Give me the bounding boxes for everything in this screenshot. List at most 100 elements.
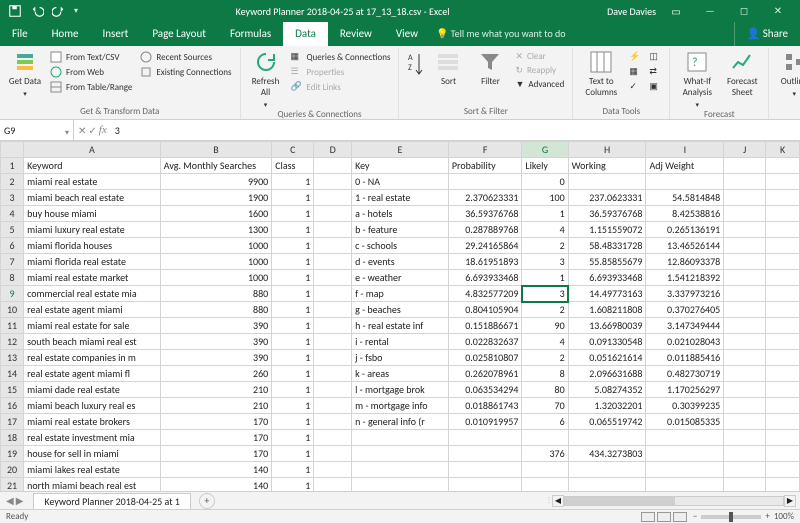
cell[interactable]: i - rental [352,334,449,350]
cell[interactable]: 0 - NA [352,174,449,190]
cell[interactable]: 4.832577209 [448,286,522,302]
cell[interactable] [724,446,766,462]
cell[interactable]: commercial real estate mia [24,286,161,302]
filter-button[interactable]: Filter [471,50,509,87]
cell[interactable]: 390 [160,334,271,350]
cell[interactable]: real estate companies in m [24,350,161,366]
cell[interactable]: 0.151886671 [448,318,522,334]
cell[interactable] [314,334,352,350]
cell[interactable] [766,318,800,334]
column-header[interactable]: I [646,142,724,158]
cell[interactable] [448,462,522,478]
cell[interactable]: 8 [522,366,568,382]
cell[interactable]: miami beach real estate [24,190,161,206]
sort-az-button[interactable]: AZ [405,50,425,78]
cell[interactable] [724,382,766,398]
row-header[interactable]: 21 [1,478,24,492]
cell[interactable] [314,158,352,174]
cell[interactable]: 0.804105904 [448,302,522,318]
cell[interactable] [522,478,568,492]
horizontal-scrollbar[interactable] [564,496,784,506]
tab-nav-prev-icon[interactable]: ◀ [6,494,14,507]
cell[interactable]: 13.66980039 [568,318,646,334]
cell[interactable]: a - hotels [352,206,449,222]
row-header[interactable]: 15 [1,382,24,398]
advanced-filter-button[interactable]: ▼ Advanced [513,78,566,91]
cell[interactable]: 0 [522,174,568,190]
cell[interactable]: miami florida real estate [24,254,161,270]
cell[interactable]: miami florida houses [24,238,161,254]
maximize-button[interactable]: ◻ [730,0,758,22]
row-header[interactable]: 19 [1,446,24,462]
cell[interactable]: 8.42538816 [646,206,724,222]
cell[interactable] [522,462,568,478]
close-button[interactable]: ✕ [764,0,792,22]
cell[interactable] [522,430,568,446]
name-box[interactable]: G9 [0,120,74,140]
cell[interactable]: miami beach luxury real es [24,398,161,414]
from-web-button[interactable]: From Web [48,65,134,79]
cell[interactable]: miami real estate [24,174,161,190]
cell[interactable]: 6.693933468 [448,270,522,286]
enter-formula-icon[interactable]: ✓ [88,124,96,137]
cell[interactable]: e - weather [352,270,449,286]
row-header[interactable]: 17 [1,414,24,430]
from-text-csv-button[interactable]: From Text/CSV [48,50,134,64]
cell[interactable]: miami real estate market [24,270,161,286]
row-header[interactable]: 16 [1,398,24,414]
cell[interactable]: 1000 [160,270,271,286]
clear-filter-button[interactable]: ✕ Clear [513,50,566,63]
cell[interactable]: 58.48331728 [568,238,646,254]
page-break-view-button[interactable] [673,512,687,522]
cell[interactable] [724,478,766,492]
cell[interactable]: miami dade real estate [24,382,161,398]
cell[interactable] [766,302,800,318]
cell[interactable]: 0.063534294 [448,382,522,398]
tab-file[interactable]: File [0,22,40,46]
cell[interactable]: 6.693933468 [568,270,646,286]
cell[interactable]: 1.170256297 [646,382,724,398]
cell[interactable]: 1 [272,222,314,238]
cell[interactable] [766,382,800,398]
cell[interactable] [314,350,352,366]
remove-duplicates-button[interactable]: ▦ [627,65,643,79]
tab-page-layout[interactable]: Page Layout [140,22,218,46]
cell[interactable] [352,462,449,478]
cell[interactable]: 100 [522,190,568,206]
cell[interactable]: 14.49773163 [568,286,646,302]
cell[interactable]: 390 [160,350,271,366]
cell[interactable] [766,430,800,446]
what-if-analysis-button[interactable]: ? What-If Analysis ▾ [676,50,718,109]
cell[interactable]: 3 [522,286,568,302]
cell[interactable]: real estate agent miami [24,302,161,318]
column-header[interactable]: B [160,142,271,158]
cell[interactable]: 55.85855679 [568,254,646,270]
relationships-button[interactable]: ⇄ [647,65,663,79]
forecast-sheet-button[interactable]: Forecast Sheet [722,50,762,98]
cell[interactable] [568,430,646,446]
cell[interactable] [766,398,800,414]
column-header[interactable]: K [766,142,800,158]
cell[interactable]: 1 [522,270,568,286]
row-header[interactable]: 7 [1,254,24,270]
cell[interactable] [568,174,646,190]
row-header[interactable]: 11 [1,318,24,334]
row-header[interactable]: 9 [1,286,24,302]
column-header[interactable]: F [448,142,522,158]
cell[interactable]: house for sell in miami [24,446,161,462]
cell[interactable] [314,366,352,382]
cell[interactable]: 4 [522,222,568,238]
row-header[interactable]: 18 [1,430,24,446]
cell[interactable]: 3 [522,254,568,270]
cell[interactable]: 18.61951893 [448,254,522,270]
cell[interactable]: 90 [522,318,568,334]
cell[interactable]: b - feature [352,222,449,238]
row-header[interactable]: 14 [1,366,24,382]
row-header[interactable]: 13 [1,350,24,366]
cell[interactable] [766,238,800,254]
from-table-range-button[interactable]: From Table/Range [48,80,134,94]
cell[interactable] [724,430,766,446]
cell[interactable]: 2 [522,238,568,254]
cell[interactable]: miami lakes real estate [24,462,161,478]
cell[interactable]: k - areas [352,366,449,382]
